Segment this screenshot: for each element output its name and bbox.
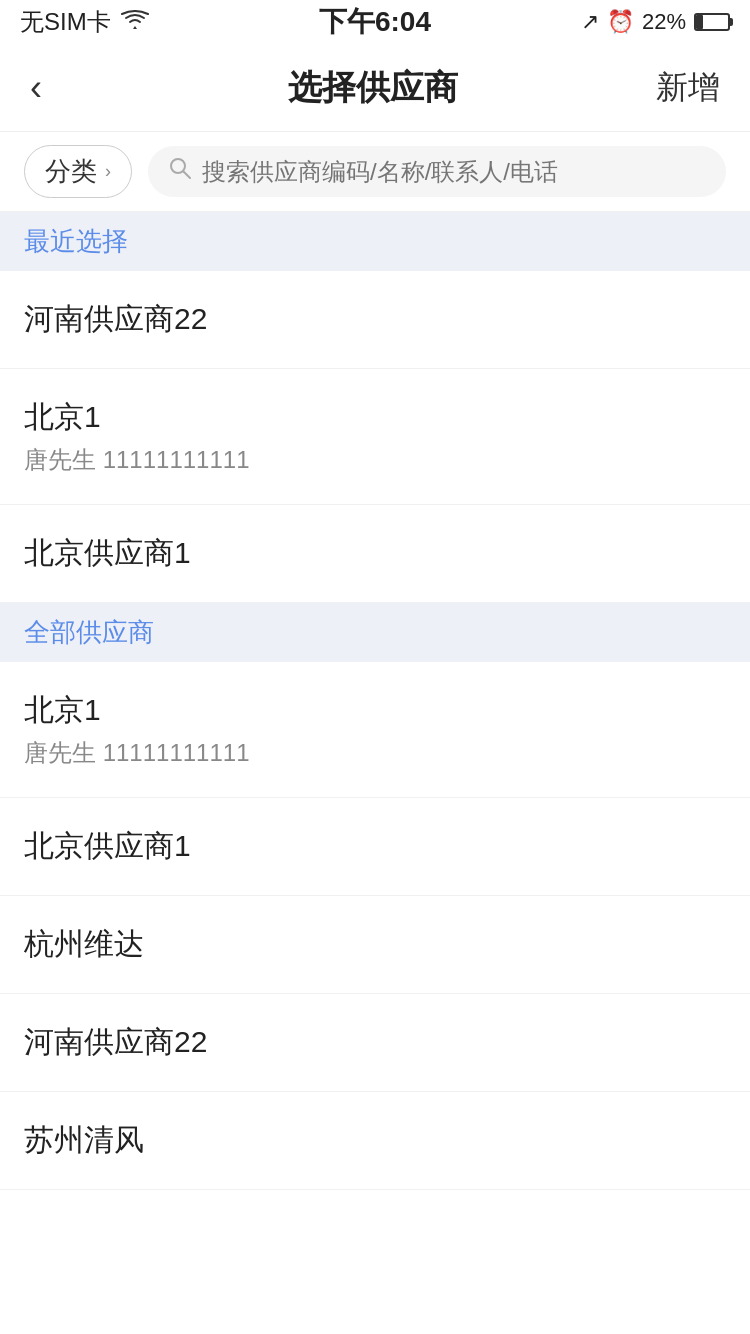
category-button[interactable]: 分类 › <box>24 145 132 198</box>
add-button[interactable]: 新增 <box>656 66 720 110</box>
item-name: 北京供应商1 <box>24 533 726 574</box>
wifi-icon <box>121 8 149 36</box>
section-header-1: 全部供应商 <box>0 603 750 662</box>
back-button[interactable]: ‹ <box>30 67 90 109</box>
list-item[interactable]: 北京供应商1 <box>0 505 750 603</box>
search-box[interactable] <box>148 146 726 197</box>
list-item[interactable]: 苏州清风 <box>0 1092 750 1190</box>
list-item[interactable]: 北京供应商1 <box>0 798 750 896</box>
item-name: 河南供应商22 <box>24 299 726 340</box>
item-name: 苏州清风 <box>24 1120 726 1161</box>
list-item[interactable]: 河南供应商22 <box>0 271 750 369</box>
svg-line-1 <box>184 172 191 179</box>
item-name: 杭州维达 <box>24 924 726 965</box>
battery-icon <box>694 13 730 31</box>
section-header-0: 最近选择 <box>0 212 750 271</box>
chevron-right-icon: › <box>105 161 111 182</box>
search-input[interactable] <box>202 158 706 186</box>
nav-bar: ‹ 选择供应商 新增 <box>0 44 750 132</box>
item-name: 北京1 <box>24 690 726 731</box>
item-sub: 唐先生 11111111111 <box>24 444 726 476</box>
alarm-icon: ⏰ <box>607 9 634 35</box>
list-item[interactable]: 河南供应商22 <box>0 994 750 1092</box>
item-sub: 唐先生 11111111111 <box>24 737 726 769</box>
search-icon <box>168 156 192 187</box>
no-sim-label: 无SIM卡 <box>20 6 111 38</box>
page-title: 选择供应商 <box>288 65 458 111</box>
item-name: 北京供应商1 <box>24 826 726 867</box>
list-item[interactable]: 北京1 唐先生 11111111111 <box>0 662 750 798</box>
status-right: ↗ ⏰ 22% <box>581 9 730 35</box>
battery-percent: 22% <box>642 9 686 35</box>
list-item[interactable]: 杭州维达 <box>0 896 750 994</box>
filter-bar: 分类 › <box>0 132 750 212</box>
location-icon: ↗ <box>581 9 599 35</box>
item-name: 河南供应商22 <box>24 1022 726 1063</box>
supplier-list: 最近选择河南供应商22 北京1 唐先生 11111111111 北京供应商1 全部供应商… <box>0 212 750 1190</box>
status-left: 无SIM卡 <box>20 6 149 38</box>
category-label: 分类 <box>45 154 97 189</box>
item-name: 北京1 <box>24 397 726 438</box>
status-time: 下午6:04 <box>319 3 431 41</box>
status-bar: 无SIM卡 下午6:04 ↗ ⏰ 22% <box>0 0 750 44</box>
list-item[interactable]: 北京1 唐先生 11111111111 <box>0 369 750 505</box>
